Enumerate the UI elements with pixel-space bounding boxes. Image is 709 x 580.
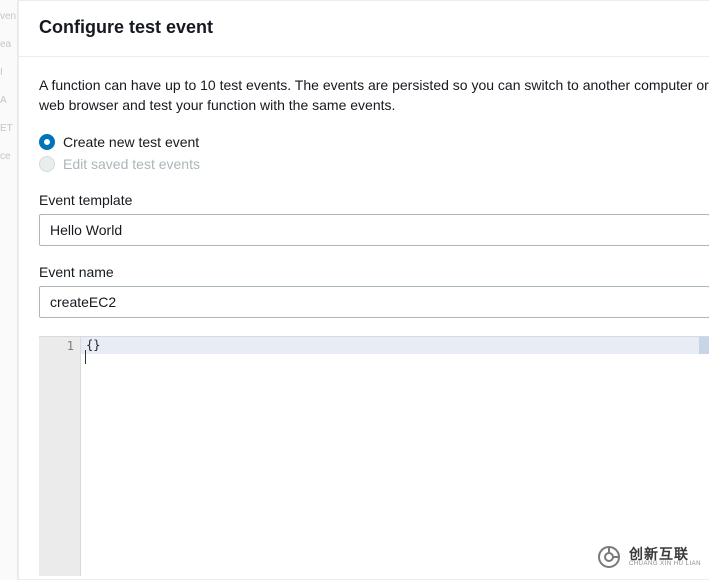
minimap-indicator bbox=[699, 337, 709, 354]
watermark-logo-icon bbox=[597, 545, 621, 569]
line-number: 1 bbox=[39, 339, 74, 353]
watermark-text: 创新互联 CHUANG XIN HU LIAN bbox=[629, 547, 701, 567]
code-gutter: 1 bbox=[39, 337, 81, 576]
event-template-select[interactable]: Hello World bbox=[39, 214, 709, 246]
radio-icon bbox=[39, 156, 55, 172]
event-name-input[interactable] bbox=[39, 286, 709, 318]
background-truncated-text: ven ea I A ET ce bbox=[0, 0, 18, 580]
radio-icon bbox=[39, 134, 55, 150]
modal-header: Configure test event bbox=[19, 1, 709, 57]
code-content: {} bbox=[85, 337, 101, 354]
watermark-sub: CHUANG XIN HU LIAN bbox=[629, 561, 701, 567]
watermark-main: 创新互联 bbox=[629, 547, 701, 561]
select-value: Hello World bbox=[50, 222, 122, 238]
code-line[interactable]: {} bbox=[81, 337, 709, 354]
modal-description: A function can have up to 10 test events… bbox=[39, 75, 709, 116]
radio-create-new-test-event[interactable]: Create new test event bbox=[39, 134, 709, 150]
radio-edit-saved-test-events: Edit saved test events bbox=[39, 156, 709, 172]
code-area[interactable]: {} bbox=[81, 337, 709, 576]
field-label: Event name bbox=[39, 264, 709, 280]
field-label: Event template bbox=[39, 192, 709, 208]
event-name-field: Event name bbox=[39, 264, 709, 318]
code-editor[interactable]: 1 {} bbox=[39, 336, 709, 576]
configure-test-event-modal: Configure test event A function can have… bbox=[18, 0, 709, 580]
event-template-field: Event template Hello World bbox=[39, 192, 709, 246]
radio-label: Edit saved test events bbox=[63, 156, 200, 172]
modal-body: A function can have up to 10 test events… bbox=[19, 57, 709, 576]
watermark: 创新互联 CHUANG XIN HU LIAN bbox=[589, 542, 709, 572]
radio-label: Create new test event bbox=[63, 134, 199, 150]
modal-title: Configure test event bbox=[39, 17, 689, 38]
